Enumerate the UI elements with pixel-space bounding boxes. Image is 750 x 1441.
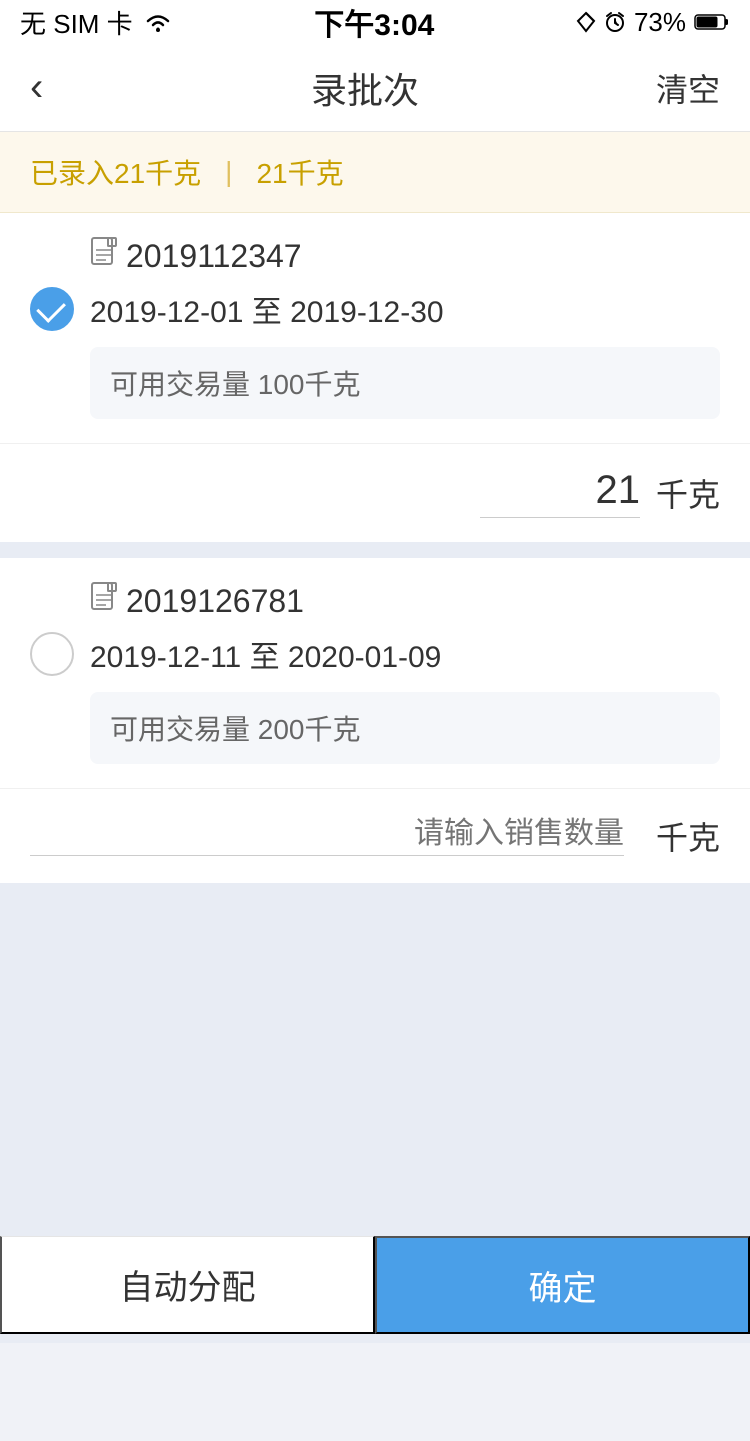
- batch-2-radio[interactable]: [30, 632, 74, 676]
- status-right: 73%: [576, 7, 730, 38]
- batch-1-avail: 可用交易量 100千克: [90, 347, 720, 419]
- batch-1-number-row: 2019112347: [30, 237, 720, 275]
- no-sim-text: 无 SIM 卡: [20, 4, 133, 41]
- auto-distribute-button[interactable]: 自动分配: [0, 1236, 375, 1334]
- batch-1-date-row: 2019-12-01 至 2019-12-30: [30, 287, 720, 331]
- batch-2-doc-icon: [90, 582, 118, 620]
- info-bar: 已录入21千克 | 21千克: [0, 132, 750, 213]
- nav-bar: ‹ 录批次 清空: [0, 44, 750, 132]
- batch-item-1: 2019112347 2019-12-01 至 2019-12-30 可用交易量…: [0, 213, 750, 542]
- clear-button[interactable]: 清空: [640, 65, 720, 111]
- page-title: 录批次: [90, 62, 640, 114]
- batch-2-unit: 千克: [656, 813, 720, 859]
- batch-2-date: 2019-12-11 至 2020-01-09: [90, 632, 441, 676]
- batch-item-2-inner: 2019126781 2019-12-11 至 2020-01-09 可用交易量…: [0, 558, 750, 788]
- batch-2-number: 2019126781: [126, 583, 304, 620]
- batch-1-amount-value: 21: [595, 468, 640, 513]
- recorded-amount-label: 已录入21千克: [30, 152, 201, 192]
- info-divider: |: [225, 156, 232, 188]
- batch-1-date: 2019-12-01 至 2019-12-30: [90, 287, 444, 331]
- wifi-icon: [143, 11, 173, 33]
- batch-1-amount-row: 21 千克: [0, 443, 750, 542]
- batch-2-date-row: 2019-12-11 至 2020-01-09: [30, 632, 720, 676]
- section-divider-1: [0, 542, 750, 558]
- batch-2-avail: 可用交易量 200千克: [90, 692, 720, 764]
- status-time: 下午3:04: [314, 0, 434, 44]
- batch-1-radio[interactable]: [30, 287, 74, 331]
- status-left: 无 SIM 卡: [20, 4, 173, 41]
- back-button[interactable]: ‹: [30, 65, 90, 110]
- battery-text: 73%: [634, 7, 686, 38]
- bottom-bar: 自动分配 确定: [0, 1236, 750, 1334]
- batch-1-number: 2019112347: [126, 238, 302, 275]
- batch-item-2: 2019126781 2019-12-11 至 2020-01-09 可用交易量…: [0, 558, 750, 883]
- batch-2-input-row: 千克: [0, 788, 750, 883]
- batch-1-unit: 千克: [656, 470, 720, 516]
- status-bar: 无 SIM 卡 下午3:04 73%: [0, 0, 750, 44]
- batch-item-1-inner: 2019112347 2019-12-01 至 2019-12-30 可用交易量…: [0, 213, 750, 443]
- location-icon: [576, 11, 596, 33]
- batch-2-number-row: 2019126781: [30, 582, 720, 620]
- batch-1-doc-icon: [90, 237, 118, 275]
- confirm-button[interactable]: 确定: [375, 1236, 750, 1334]
- alarm-icon: [604, 11, 626, 33]
- recorded-amount-value: 21千克: [256, 152, 343, 192]
- batch-2-quantity-input[interactable]: [30, 817, 624, 851]
- battery-icon: [694, 13, 730, 31]
